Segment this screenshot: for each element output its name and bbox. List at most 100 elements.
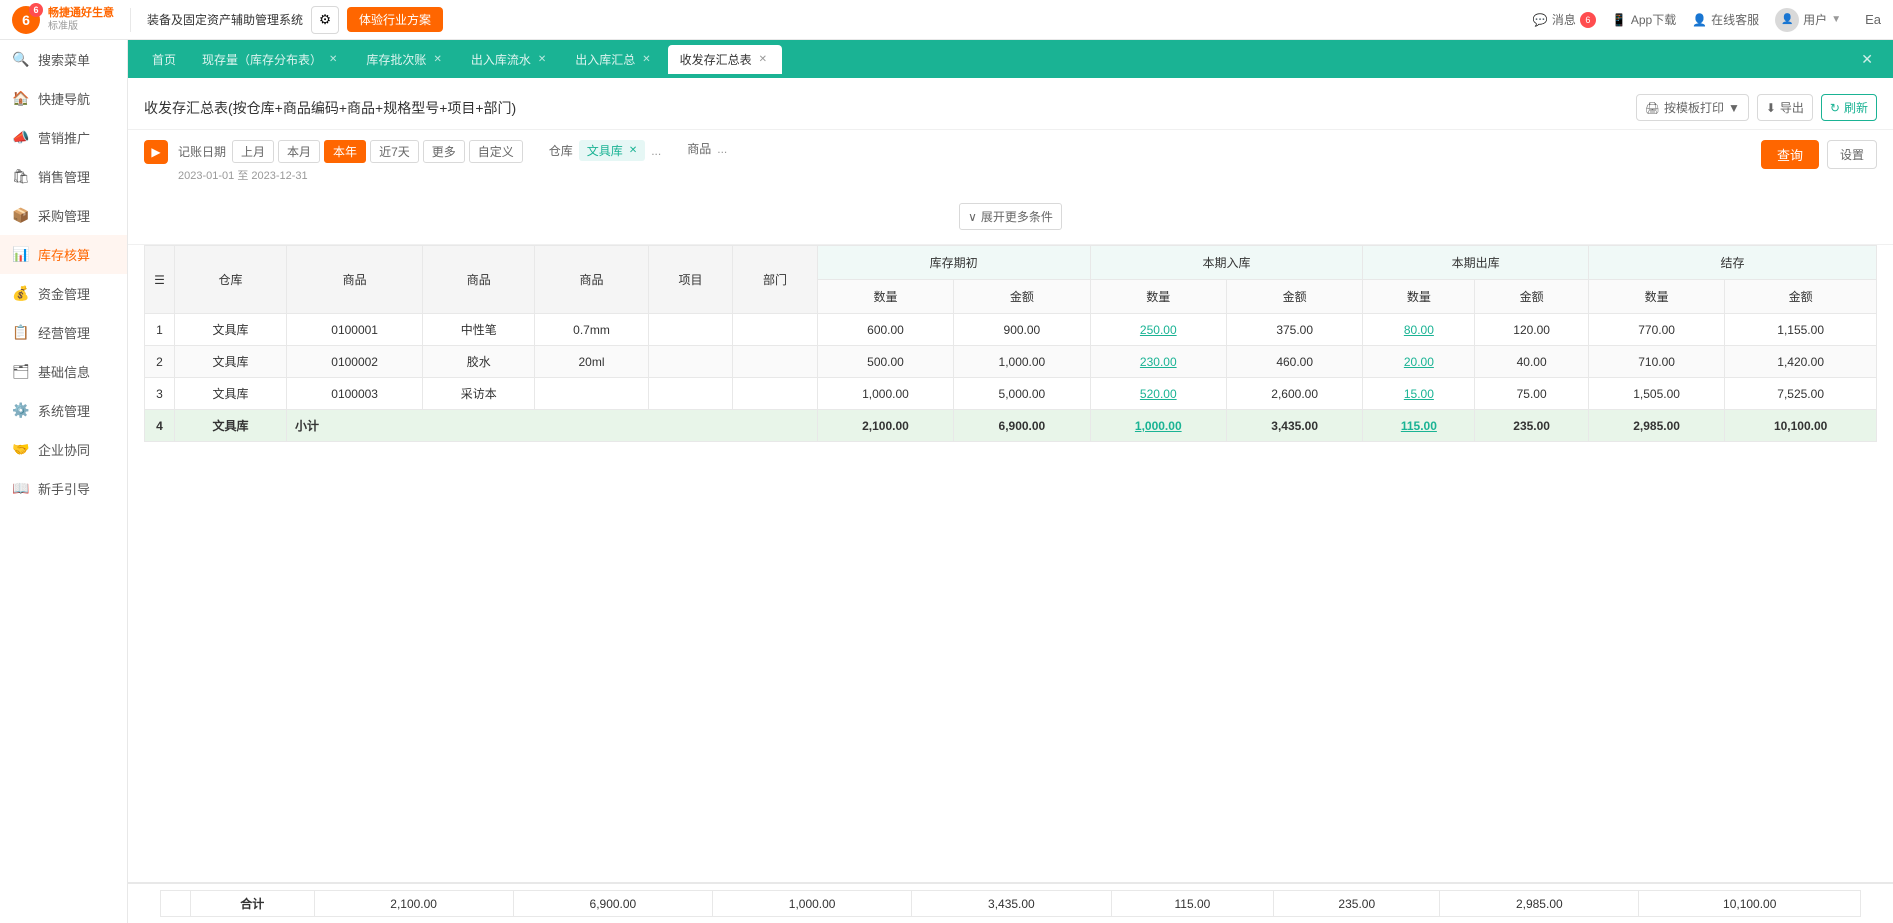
sidebar-item-sales[interactable]: 🛍 销售管理 bbox=[0, 157, 127, 196]
sidebar-item-purchase[interactable]: 📦 采购管理 bbox=[0, 196, 127, 235]
message-icon: 💬 bbox=[1533, 13, 1548, 27]
out-qty-link[interactable]: 20.00 bbox=[1404, 355, 1434, 369]
date-btn-last-month[interactable]: 上月 bbox=[232, 140, 274, 163]
th-warehouse: 仓库 bbox=[175, 246, 287, 314]
sidebar-item-enterprise[interactable]: 🤝 企业协同 bbox=[0, 430, 127, 469]
warehouse-tag-remove[interactable]: ✕ bbox=[629, 145, 637, 156]
tab-inout-summary[interactable]: 出入库汇总✕ bbox=[563, 45, 665, 74]
th-open-amt: 金额 bbox=[954, 280, 1090, 314]
tab-label-recv-send: 收发存汇总表 bbox=[680, 51, 752, 68]
goods-more-dots[interactable]: ... bbox=[717, 142, 727, 156]
th-code: 商品 bbox=[286, 246, 422, 314]
footer-in-amt: 3,435.00 bbox=[912, 891, 1111, 917]
print-button[interactable]: 🖨 按模板打印 ▼ bbox=[1636, 94, 1749, 121]
th-project: 项目 bbox=[648, 246, 733, 314]
in-qty-link[interactable]: 230.00 bbox=[1140, 355, 1177, 369]
filter-settings-button[interactable]: 设置 bbox=[1827, 140, 1877, 169]
tab-close-recv-send[interactable]: ✕ bbox=[756, 53, 770, 66]
system-name: 装备及固定资产辅助管理系统 bbox=[147, 11, 303, 28]
refresh-button[interactable]: ↻ 刷新 bbox=[1821, 94, 1877, 121]
footer-open-amt: 6,900.00 bbox=[513, 891, 712, 917]
sidebar-item-inventory[interactable]: 📊 库存核算 bbox=[0, 235, 127, 274]
top-bar-left: 6 6 畅捷通好生意 标准版 装备及固定资产辅助管理系统 ⚙ 体验行业方案 bbox=[12, 6, 443, 34]
footer-in-qty: 1,000.00 bbox=[713, 891, 912, 917]
th-open-qty: 数量 bbox=[817, 280, 953, 314]
sidebar-item-system[interactable]: ⚙️ 系统管理 bbox=[0, 391, 127, 430]
sidebar-icon-marketing: 📣 bbox=[12, 129, 30, 147]
sidebar-icon-sales: 🛍 bbox=[12, 168, 30, 186]
filter-actions: 查询 设置 bbox=[1761, 140, 1877, 169]
table-row: 2 文具库 0100002 胶水 20ml 500.00 1,000.00 23… bbox=[145, 346, 1877, 378]
th-in-qty: 数量 bbox=[1090, 280, 1226, 314]
date-btn-custom[interactable]: 自定义 bbox=[469, 140, 523, 163]
sidebar-item-marketing[interactable]: 📣 营销推广 bbox=[0, 118, 127, 157]
tab-close-batch[interactable]: ✕ bbox=[430, 53, 444, 66]
tab-close-stock-dist[interactable]: ✕ bbox=[326, 53, 340, 66]
tab-stock-dist[interactable]: 现存量（库存分布表）✕ bbox=[190, 45, 352, 74]
footer-bal-qty: 2,985.00 bbox=[1440, 891, 1639, 917]
sidebar-label-enterprise: 企业协同 bbox=[38, 440, 90, 459]
date-btn-this-year[interactable]: 本年 bbox=[324, 140, 366, 163]
date-btn-this-month[interactable]: 本月 bbox=[278, 140, 320, 163]
tab-bar: 首页现存量（库存分布表）✕库存批次账✕出入库流水✕出入库汇总✕收发存汇总表✕ ✕ bbox=[128, 40, 1893, 78]
tab-bar-close-icon[interactable]: ✕ bbox=[1853, 51, 1881, 68]
footer-label: 合计 bbox=[191, 891, 315, 917]
sidebar-label-marketing: 营销推广 bbox=[38, 128, 90, 147]
sidebar-item-guide[interactable]: 📖 新手引导 bbox=[0, 469, 127, 508]
th-balance: 结存 bbox=[1588, 246, 1876, 280]
th-settings[interactable]: ☰ bbox=[145, 246, 175, 314]
date-btn-7days[interactable]: 近7天 bbox=[370, 140, 419, 163]
experience-btn[interactable]: 体验行业方案 bbox=[347, 7, 443, 32]
sidebar-label-guide: 新手引导 bbox=[38, 479, 90, 498]
subtotal-out-qty[interactable]: 115.00 bbox=[1401, 419, 1437, 433]
sidebar-icon-finance: 💰 bbox=[12, 285, 30, 303]
sidebar-item-search[interactable]: 🔍 搜索菜单 bbox=[0, 40, 127, 79]
sidebar-label-operations: 经营管理 bbox=[38, 323, 90, 342]
sidebar-icon-enterprise: 🤝 bbox=[12, 441, 30, 459]
app-download-button[interactable]: 📱 App下载 bbox=[1612, 11, 1676, 28]
tab-batch[interactable]: 库存批次账✕ bbox=[354, 45, 456, 74]
sidebar-item-operations[interactable]: 📋 经营管理 bbox=[0, 313, 127, 352]
export-button[interactable]: ⬇ 导出 bbox=[1757, 94, 1813, 121]
in-qty-link[interactable]: 520.00 bbox=[1140, 387, 1177, 401]
expand-more-button[interactable]: ∨ 展开更多条件 bbox=[959, 203, 1062, 230]
table-settings-icon[interactable]: ☰ bbox=[154, 273, 165, 287]
th-spec: 商品 bbox=[535, 246, 648, 314]
th-in-amt: 金额 bbox=[1226, 280, 1362, 314]
sidebar-item-basics[interactable]: 🗂 基础信息 bbox=[0, 352, 127, 391]
in-qty-link[interactable]: 250.00 bbox=[1140, 323, 1177, 337]
out-qty-link[interactable]: 80.00 bbox=[1404, 323, 1434, 337]
header-actions: 🖨 按模板打印 ▼ ⬇ 导出 ↻ 刷新 bbox=[1636, 94, 1877, 121]
date-btn-more[interactable]: 更多 bbox=[423, 140, 465, 163]
data-table: ☰ 仓库 商品 商品 商品 项目 部门 库存期初 本期入库 本期出库 bbox=[144, 245, 1877, 442]
sidebar-label-basics: 基础信息 bbox=[38, 362, 90, 381]
page-title: 收发存汇总表(按仓库+商品编码+商品+规格型号+项目+部门) bbox=[144, 98, 516, 118]
refresh-icon: ↻ bbox=[1830, 101, 1840, 115]
tab-close-inout-summary[interactable]: ✕ bbox=[639, 53, 653, 66]
date-filter-buttons: 上月 本月 本年 近7天 更多 自定义 bbox=[232, 140, 523, 163]
tab-home[interactable]: 首页 bbox=[140, 45, 188, 74]
date-filter-label: 记账日期 bbox=[178, 143, 226, 160]
tab-recv-send[interactable]: 收发存汇总表 ✕ bbox=[668, 45, 782, 74]
tab-inout-flow[interactable]: 出入库流水 ✕ bbox=[459, 45, 561, 74]
user-info[interactable]: 👤 用户 ▼ bbox=[1775, 8, 1841, 32]
footer-out-amt: 235.00 bbox=[1274, 891, 1440, 917]
warehouse-more-dots[interactable]: ... bbox=[651, 144, 661, 158]
sidebar-label-purchase: 采购管理 bbox=[38, 206, 90, 225]
filter-expand-button[interactable]: ▶ bbox=[144, 140, 168, 164]
tab-label-inout-flow: 出入库流水 bbox=[471, 51, 531, 68]
th-name: 商品 bbox=[423, 246, 535, 314]
tab-close-inout-flow[interactable]: ✕ bbox=[535, 53, 549, 66]
service-icon: 👤 bbox=[1692, 13, 1707, 27]
out-qty-link[interactable]: 15.00 bbox=[1404, 387, 1434, 401]
right-text: Ea bbox=[1857, 12, 1881, 27]
system-settings-button[interactable]: ⚙ bbox=[311, 6, 339, 34]
sidebar-icon-purchase: 📦 bbox=[12, 207, 30, 225]
sidebar-item-quick-nav[interactable]: 🏠 快捷导航 bbox=[0, 79, 127, 118]
message-button[interactable]: 💬 消息 6 bbox=[1533, 11, 1596, 28]
subtotal-in-qty[interactable]: 1,000.00 bbox=[1135, 419, 1182, 433]
sidebar-item-finance[interactable]: 💰 资金管理 bbox=[0, 274, 127, 313]
sidebar-icon-guide: 📖 bbox=[12, 480, 30, 498]
query-button[interactable]: 查询 bbox=[1761, 140, 1819, 169]
online-service-button[interactable]: 👤 在线客服 bbox=[1692, 11, 1759, 28]
